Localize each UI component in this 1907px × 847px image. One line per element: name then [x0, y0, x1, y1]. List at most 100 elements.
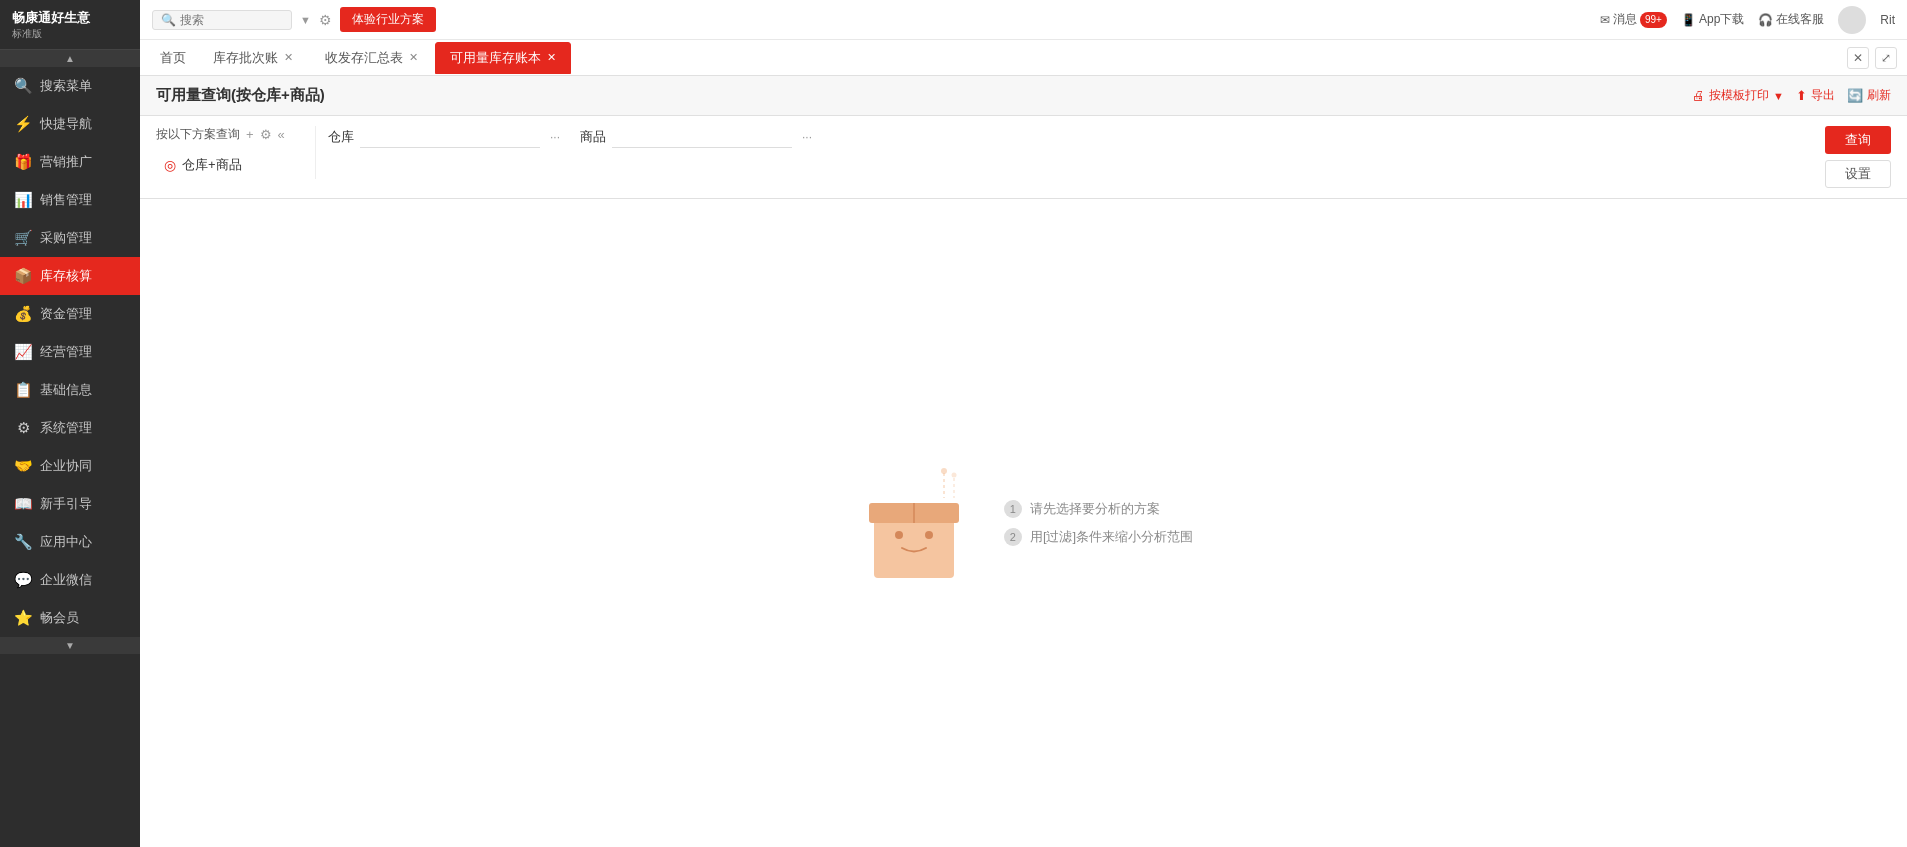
svg-point-4 — [925, 531, 933, 539]
guide-icon: 📖 — [14, 495, 32, 513]
sidebar-item-search[interactable]: 🔍 搜索菜单 — [0, 67, 140, 105]
gear-icon[interactable]: ⚙ — [319, 12, 332, 28]
app-name: 畅康通好生意 — [12, 10, 128, 27]
sidebar-scroll-up[interactable]: ▲ — [0, 50, 140, 67]
add-scheme-icon[interactable]: + — [246, 127, 254, 142]
chevron-down-icon[interactable]: ▼ — [300, 14, 311, 26]
empty-svg — [854, 463, 974, 583]
marketing-icon: 🎁 — [14, 153, 32, 171]
tabs-bar: 首页 库存批次账 ✕ 收发存汇总表 ✕ 可用量库存账本 ✕ ✕ ⤢ — [140, 40, 1907, 76]
sidebar-item-label: 基础信息 — [40, 381, 126, 399]
sidebar-item-label: 应用中心 — [40, 533, 126, 551]
query-panel: 按以下方案查询 + ⚙ « ◎ 仓库+商品 仓库 ··· 商品 — [140, 116, 1907, 199]
sales-icon: 📊 — [14, 191, 32, 209]
shortcuts-icon: ⚡ — [14, 115, 32, 133]
sidebar: 畅康通好生意 标准版 ▲ 🔍 搜索菜单 ⚡ 快捷导航 🎁 营销推广 📊 销售管理… — [0, 0, 140, 847]
tab-batch-account[interactable]: 库存批次账 ✕ — [198, 42, 308, 74]
operations-icon: 📈 — [14, 343, 32, 361]
empty-text: 1 请先选择要分析的方案 2 用[过滤]条件来缩小分析范围 — [1004, 500, 1193, 546]
refresh-label: 刷新 — [1867, 87, 1891, 104]
main-area: 🔍 ▼ ⚙ 体验行业方案 ✉ 消息 99+ 📱 App下载 🎧 在线客服 Rit — [140, 0, 1907, 847]
sidebar-item-label: 销售管理 — [40, 191, 126, 209]
tab-close-icon[interactable]: ✕ — [547, 51, 556, 64]
filter-warehouse-more-btn[interactable]: ··· — [546, 128, 564, 146]
page-title: 可用量查询(按仓库+商品) — [156, 86, 325, 105]
filter-warehouse-label: 仓库 — [328, 128, 354, 146]
collapse-icon[interactable]: « — [278, 127, 285, 142]
settings-button[interactable]: 设置 — [1825, 160, 1891, 188]
filter-product-input[interactable] — [612, 126, 792, 148]
message-label: 消息 — [1613, 11, 1637, 28]
system-icon: ⚙ — [14, 419, 32, 437]
content-area: 可用量查询(按仓库+商品) 🖨 按模板打印 ▼ ⬆ 导出 🔄 刷新 — [140, 76, 1907, 847]
empty-state: 1 请先选择要分析的方案 2 用[过滤]条件来缩小分析范围 — [140, 199, 1907, 847]
export-action[interactable]: ⬆ 导出 — [1796, 87, 1835, 104]
inventory-icon: 📦 — [14, 267, 32, 285]
sidebar-item-wechat[interactable]: 💬 企业微信 — [0, 561, 140, 599]
trial-button[interactable]: 体验行业方案 — [340, 7, 436, 32]
topbar-search-box[interactable]: 🔍 — [152, 10, 292, 30]
sidebar-item-enterprise[interactable]: 🤝 企业协同 — [0, 447, 140, 485]
app-logo: 畅康通好生意 标准版 — [0, 0, 140, 50]
sidebar-item-system[interactable]: ⚙ 系统管理 — [0, 409, 140, 447]
sidebar-item-sales[interactable]: 📊 销售管理 — [0, 181, 140, 219]
filter-product-label: 商品 — [580, 128, 606, 146]
step-1-circle: 1 — [1004, 500, 1022, 518]
online-service-button[interactable]: 🎧 在线客服 — [1758, 11, 1824, 28]
tab-close-icon[interactable]: ✕ — [284, 51, 293, 64]
sidebar-item-purchase[interactable]: 🛒 采购管理 — [0, 219, 140, 257]
tab-home[interactable]: 首页 — [150, 43, 196, 73]
tab-label: 库存批次账 — [213, 49, 278, 67]
sidebar-item-app-center[interactable]: 🔧 应用中心 — [0, 523, 140, 561]
sidebar-item-shortcuts[interactable]: ⚡ 快捷导航 — [0, 105, 140, 143]
online-service-label: 在线客服 — [1776, 11, 1824, 28]
sidebar-item-basic-info[interactable]: 📋 基础信息 — [0, 371, 140, 409]
app-edition: 标准版 — [12, 27, 128, 41]
print-label: 按模板打印 — [1709, 87, 1769, 104]
app-center-icon: 🔧 — [14, 533, 32, 551]
export-label: 导出 — [1811, 87, 1835, 104]
username[interactable]: Rit — [1880, 13, 1895, 27]
filter-warehouse-input[interactable] — [360, 126, 540, 148]
query-button[interactable]: 查询 — [1825, 126, 1891, 154]
maximize-tab-button[interactable]: ⤢ — [1875, 47, 1897, 69]
enterprise-icon: 🤝 — [14, 457, 32, 475]
avatar — [1838, 6, 1866, 34]
scheme-item-label: 仓库+商品 — [182, 156, 242, 174]
topbar: 🔍 ▼ ⚙ 体验行业方案 ✉ 消息 99+ 📱 App下载 🎧 在线客服 Rit — [140, 0, 1907, 40]
sidebar-item-label: 库存核算 — [40, 267, 126, 285]
app-download-label: App下载 — [1699, 11, 1744, 28]
app-download-button[interactable]: 📱 App下载 — [1681, 11, 1744, 28]
empty-step-1-text: 请先选择要分析的方案 — [1030, 500, 1160, 518]
tab-summary[interactable]: 收发存汇总表 ✕ — [310, 42, 433, 74]
sidebar-item-vip[interactable]: ⭐ 畅会员 — [0, 599, 140, 637]
sidebar-item-guide[interactable]: 📖 新手引导 — [0, 485, 140, 523]
tab-close-icon[interactable]: ✕ — [409, 51, 418, 64]
page-header: 可用量查询(按仓库+商品) 🖨 按模板打印 ▼ ⬆ 导出 🔄 刷新 — [140, 76, 1907, 116]
sidebar-item-operations[interactable]: 📈 经营管理 — [0, 333, 140, 371]
empty-step-2: 2 用[过滤]条件来缩小分析范围 — [1004, 528, 1193, 546]
sidebar-item-finance[interactable]: 💰 资金管理 — [0, 295, 140, 333]
sidebar-item-inventory[interactable]: 📦 库存核算 — [0, 257, 140, 295]
message-button[interactable]: ✉ 消息 99+ — [1600, 11, 1667, 28]
tab-available-ledger[interactable]: 可用量库存账本 ✕ — [435, 42, 571, 74]
sidebar-scroll-down[interactable]: ▼ — [0, 637, 140, 654]
search-input[interactable] — [180, 13, 280, 27]
scheme-item-warehouse[interactable]: ◎ 仓库+商品 — [156, 151, 303, 179]
query-actions: 查询 设置 — [1825, 126, 1891, 188]
purchase-icon: 🛒 — [14, 229, 32, 247]
sidebar-item-label: 企业微信 — [40, 571, 126, 589]
filter-product-more-btn[interactable]: ··· — [798, 128, 816, 146]
export-icon: ⬆ — [1796, 88, 1807, 103]
scheme-settings-icon[interactable]: ⚙ — [260, 127, 272, 142]
refresh-action[interactable]: 🔄 刷新 — [1847, 87, 1891, 104]
print-chevron-icon[interactable]: ▼ — [1773, 90, 1784, 102]
empty-step-1: 1 请先选择要分析的方案 — [1004, 500, 1193, 518]
sidebar-item-label: 畅会员 — [40, 609, 126, 627]
close-tab-button[interactable]: ✕ — [1847, 47, 1869, 69]
sidebar-item-marketing[interactable]: 🎁 营销推广 — [0, 143, 140, 181]
svg-point-3 — [895, 531, 903, 539]
print-action[interactable]: 🖨 按模板打印 ▼ — [1692, 87, 1784, 104]
search-icon: 🔍 — [161, 13, 176, 27]
refresh-icon: 🔄 — [1847, 88, 1863, 103]
